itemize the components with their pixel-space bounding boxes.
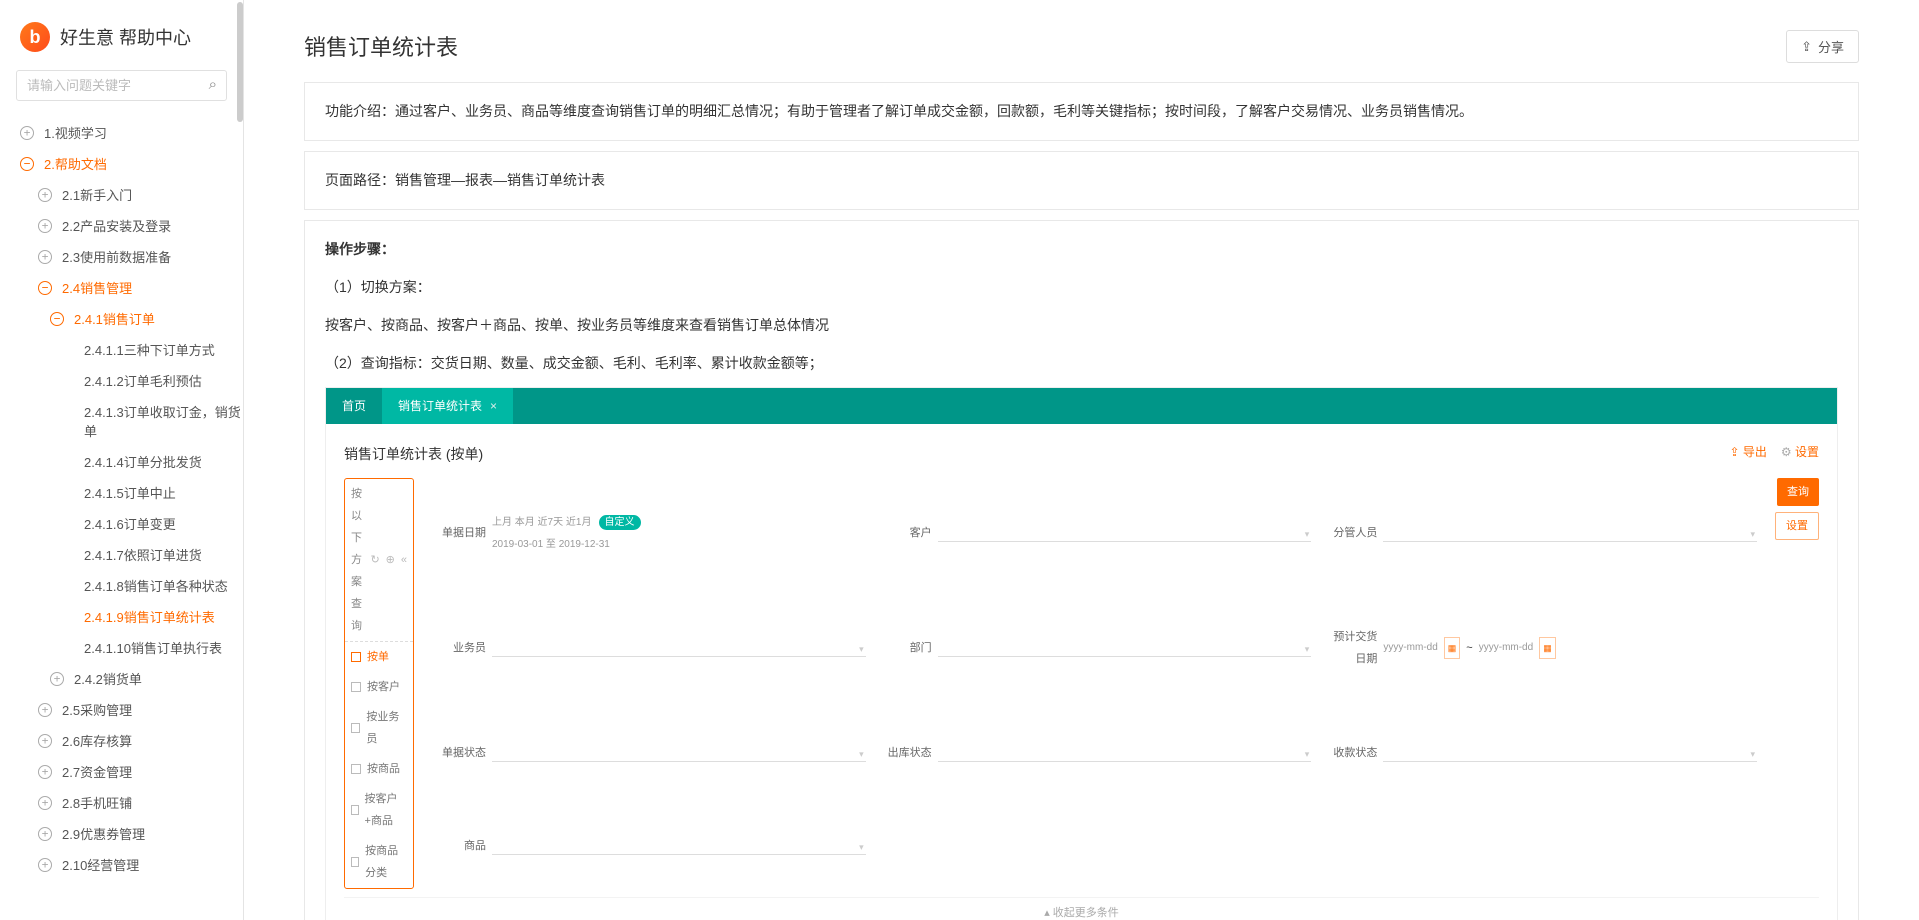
scheme-item-6[interactable]: 按商品分类 — [345, 836, 413, 888]
leaf-2[interactable]: 2.4.1.2订单毛利预估 — [0, 365, 243, 396]
nav-docs[interactable]: −2.帮助文档 — [0, 148, 243, 179]
person-input[interactable] — [1383, 524, 1757, 542]
scheme-head: 按以下方案查询 ↻⊕« — [345, 479, 413, 642]
nav-2-1[interactable]: +2.1新手入门 — [0, 179, 243, 210]
img1-tabbar: 首页 销售订单统计表 — [326, 388, 1837, 424]
recv-input[interactable] — [1383, 744, 1757, 762]
leaf-3[interactable]: 2.4.1.3订单收取订金，销货单 — [0, 396, 243, 446]
leaf-9[interactable]: 2.4.1.9销售订单统计表 — [0, 601, 243, 632]
path-text: 销售管理—报表—销售订单统计表 — [395, 172, 605, 188]
sidebar-scrollbar[interactable] — [237, 0, 243, 920]
leaf-4[interactable]: 2.4.1.4订单分批发货 — [0, 446, 243, 477]
leaf-8[interactable]: 2.4.1.8销售订单各种状态 — [0, 570, 243, 601]
scheme-item-2[interactable]: 按客户 — [345, 672, 413, 702]
screenshot-1: 首页 销售订单统计表 销售订单统计表 (按单) ⇪ 导出 ⚙ 设置 按以下方案查… — [325, 387, 1838, 920]
custom-date-pill[interactable]: 自定义 — [599, 515, 641, 530]
nav-2-8[interactable]: +2.8手机旺铺 — [0, 787, 243, 818]
logo: b 好生意 帮助中心 — [0, 0, 243, 70]
intro-text: 通过客户、业务员、商品等维度查询销售订单的明细汇总情况；有助于管理者了解订单成交… — [395, 103, 1473, 119]
cal-icon[interactable]: ▦ — [1539, 637, 1556, 659]
search-icon[interactable]: ⌕ — [209, 76, 217, 93]
intro-label: 功能介绍： — [325, 103, 395, 119]
scheme-item-5[interactable]: 按客户+商品 — [345, 784, 413, 836]
step-2: （2）查询指标：交货日期、数量、成交金额、毛利、毛利率、累计收款金额等； — [325, 349, 1838, 377]
scheme-item-4[interactable]: 按商品 — [345, 754, 413, 784]
dept-input[interactable] — [938, 639, 1312, 657]
leaf-1[interactable]: 2.4.1.1三种下订单方式 — [0, 334, 243, 365]
img1-panel-title: 销售订单统计表 (按单) — [344, 440, 483, 468]
refresh-icon[interactable]: ↻ — [370, 549, 379, 571]
query-button[interactable]: 查询 — [1777, 478, 1819, 506]
nav-2-9[interactable]: +2.9优惠券管理 — [0, 818, 243, 849]
step-1-num: （1）切换方案： — [325, 273, 1838, 301]
scheme-item-3[interactable]: 按业务员 — [345, 702, 413, 754]
leaf-10[interactable]: 2.4.1.10销售订单执行表 — [0, 632, 243, 663]
steps-label: 操作步骤： — [325, 241, 395, 257]
share-button[interactable]: ⇪ 分享 — [1786, 30, 1859, 63]
status-input[interactable] — [492, 744, 866, 762]
more-icon[interactable]: ⊕ — [386, 549, 395, 571]
main-content: ⇪ 分享 销售订单统计表 功能介绍：通过客户、业务员、商品等维度查询销售订单的明… — [244, 0, 1919, 920]
leaf-7[interactable]: 2.4.1.7依照订单进货 — [0, 539, 243, 570]
emp-input[interactable] — [492, 639, 866, 657]
nav-2-10[interactable]: +2.10经营管理 — [0, 849, 243, 880]
page-title: 销售订单统计表 — [304, 30, 1859, 62]
nav-2-5[interactable]: +2.5采购管理 — [0, 694, 243, 725]
cal-icon[interactable]: ▦ — [1444, 637, 1461, 659]
nav-2-4-2[interactable]: +2.4.2销货单 — [0, 663, 243, 694]
out-input[interactable] — [938, 744, 1312, 762]
brand-text: 好生意 帮助中心 — [60, 24, 191, 50]
leaf-6[interactable]: 2.4.1.6订单变更 — [0, 508, 243, 539]
set-button[interactable]: 设置 — [1775, 512, 1819, 540]
nav-2-6[interactable]: +2.6库存核算 — [0, 725, 243, 756]
prod-input[interactable] — [492, 837, 866, 855]
logo-icon: b — [20, 22, 50, 52]
share-icon: ⇪ — [1801, 39, 1812, 55]
filter-grid: 单据日期上月 本月 近7天 近1月 自定义2019-03-01 至 2019-1… — [432, 478, 1757, 889]
steps-block: 操作步骤： （1）切换方案： 按客户、按商品、按客户＋商品、按单、按业务员等维度… — [304, 220, 1859, 920]
step-1-text: 按客户、按商品、按客户＋商品、按单、按业务员等维度来查看销售订单总体情况 — [325, 311, 1838, 339]
nav-2-3[interactable]: +2.3使用前数据准备 — [0, 241, 243, 272]
img1-setting[interactable]: ⚙ 设置 — [1781, 440, 1819, 468]
path-label: 页面路径： — [325, 172, 395, 188]
img1-export[interactable]: ⇪ 导出 — [1729, 440, 1766, 468]
sidebar: b 好生意 帮助中心 ⌕ +1.视频学习 −2.帮助文档 +2.1新手入门 +2… — [0, 0, 244, 920]
path-card: 页面路径：销售管理—报表—销售订单统计表 — [304, 151, 1859, 210]
nav-2-4[interactable]: −2.4销售管理 — [0, 272, 243, 303]
cust-input[interactable] — [938, 524, 1312, 542]
img1-tab-home[interactable]: 首页 — [326, 388, 382, 424]
collapse-icon[interactable]: « — [401, 549, 407, 571]
search-input[interactable] — [16, 70, 227, 101]
leaf-5[interactable]: 2.4.1.5订单中止 — [0, 477, 243, 508]
intro-card: 功能介绍：通过客户、业务员、商品等维度查询销售订单的明细汇总情况；有助于管理者了… — [304, 82, 1859, 141]
nav-2-2[interactable]: +2.2产品安装及登录 — [0, 210, 243, 241]
nav-2-7[interactable]: +2.7资金管理 — [0, 756, 243, 787]
collapse-bar[interactable]: ▴ 收起更多条件 — [344, 897, 1819, 920]
img1-tab-active[interactable]: 销售订单统计表 — [382, 388, 513, 424]
nav-video[interactable]: +1.视频学习 — [0, 117, 243, 148]
nav-2-4-1[interactable]: −2.4.1销售订单 — [0, 303, 243, 334]
nav-tree: +1.视频学习 −2.帮助文档 +2.1新手入门 +2.2产品安装及登录 +2.… — [0, 115, 243, 882]
scheme-box: 按以下方案查询 ↻⊕« 按单 按客户 按业务员 按商品 按客户+商品 按商品分类 — [344, 478, 414, 889]
scheme-item-1[interactable]: 按单 — [345, 642, 413, 672]
